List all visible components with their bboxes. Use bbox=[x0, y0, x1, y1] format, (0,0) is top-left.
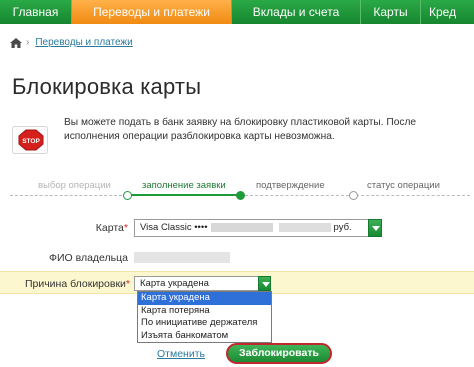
card-select[interactable]: Visa Classic •••• руб. bbox=[134, 219, 382, 237]
breadcrumb: › Переводы и платежи bbox=[10, 37, 133, 48]
step-dot-pending bbox=[349, 191, 358, 200]
card-number-dots: •••• bbox=[194, 222, 208, 233]
stop-sign-text: STOP bbox=[22, 138, 40, 145]
step-dot-done bbox=[123, 191, 132, 200]
breadcrumb-link-transfers[interactable]: Переводы и платежи bbox=[35, 37, 132, 48]
cancel-link[interactable]: Отменить bbox=[157, 348, 205, 360]
step-dot-current bbox=[236, 191, 245, 200]
dropdown-option[interactable]: Изъята банкоматом bbox=[138, 330, 271, 343]
reason-label: Причина блокировки* bbox=[8, 278, 130, 290]
step-label-select: выбор операции bbox=[38, 180, 111, 191]
dropdown-option[interactable]: Карта потеряна bbox=[138, 305, 271, 318]
step-label-fill: заполнение заявки bbox=[142, 180, 226, 191]
reason-selected-value: Карта украдена bbox=[140, 278, 209, 289]
block-card-button[interactable]: Заблокировать bbox=[226, 343, 332, 364]
dropdown-option[interactable]: Карта украдена bbox=[138, 292, 271, 305]
reason-dropdown-list: Карта украдена Карта потеряна По инициат… bbox=[137, 291, 272, 343]
nav-item-credits[interactable]: Кред bbox=[421, 0, 474, 24]
step-connector-active bbox=[127, 194, 240, 196]
required-mark: * bbox=[125, 278, 130, 290]
top-navigation: Главная Переводы и платежи Вклады и счет… bbox=[0, 0, 474, 24]
page-title: Блокировка карты bbox=[12, 74, 202, 99]
owner-label: ФИО владельца bbox=[49, 252, 128, 264]
card-number-masked bbox=[210, 222, 273, 232]
notice-text: Вы можете подать в банк заявку на блокир… bbox=[64, 117, 417, 142]
reason-label-text: Причина блокировки bbox=[24, 278, 126, 290]
stop-sign-icon: STOP bbox=[12, 126, 48, 154]
nav-item-deposits[interactable]: Вклады и счета bbox=[232, 0, 361, 24]
step-label-status: статус операции bbox=[367, 180, 440, 191]
owner-name-masked bbox=[134, 252, 230, 263]
required-mark: * bbox=[123, 222, 128, 234]
card-type: Visa Classic bbox=[140, 222, 192, 233]
reason-select[interactable]: Карта украдена bbox=[134, 276, 271, 291]
chevron-down-icon[interactable] bbox=[368, 219, 382, 237]
card-currency: руб. bbox=[333, 222, 352, 233]
nav-item-cards[interactable]: Карты bbox=[361, 0, 421, 24]
chevron-down-icon[interactable] bbox=[258, 276, 271, 291]
card-label: Карта* bbox=[40, 222, 128, 234]
step-label-confirm: подтверждение bbox=[256, 180, 325, 191]
step-connector bbox=[10, 195, 127, 196]
breadcrumb-separator: › bbox=[26, 37, 30, 48]
dropdown-option[interactable]: По инициативе держателя bbox=[138, 317, 271, 330]
card-label-text: Карта bbox=[95, 222, 124, 234]
nav-item-transfers[interactable]: Переводы и платежи bbox=[72, 0, 232, 24]
nav-item-main[interactable]: Главная bbox=[0, 0, 72, 24]
home-icon[interactable] bbox=[10, 37, 22, 48]
progress-steps: выбор операции заполнение заявки подтвер… bbox=[10, 180, 470, 202]
card-balance-masked bbox=[278, 222, 331, 232]
